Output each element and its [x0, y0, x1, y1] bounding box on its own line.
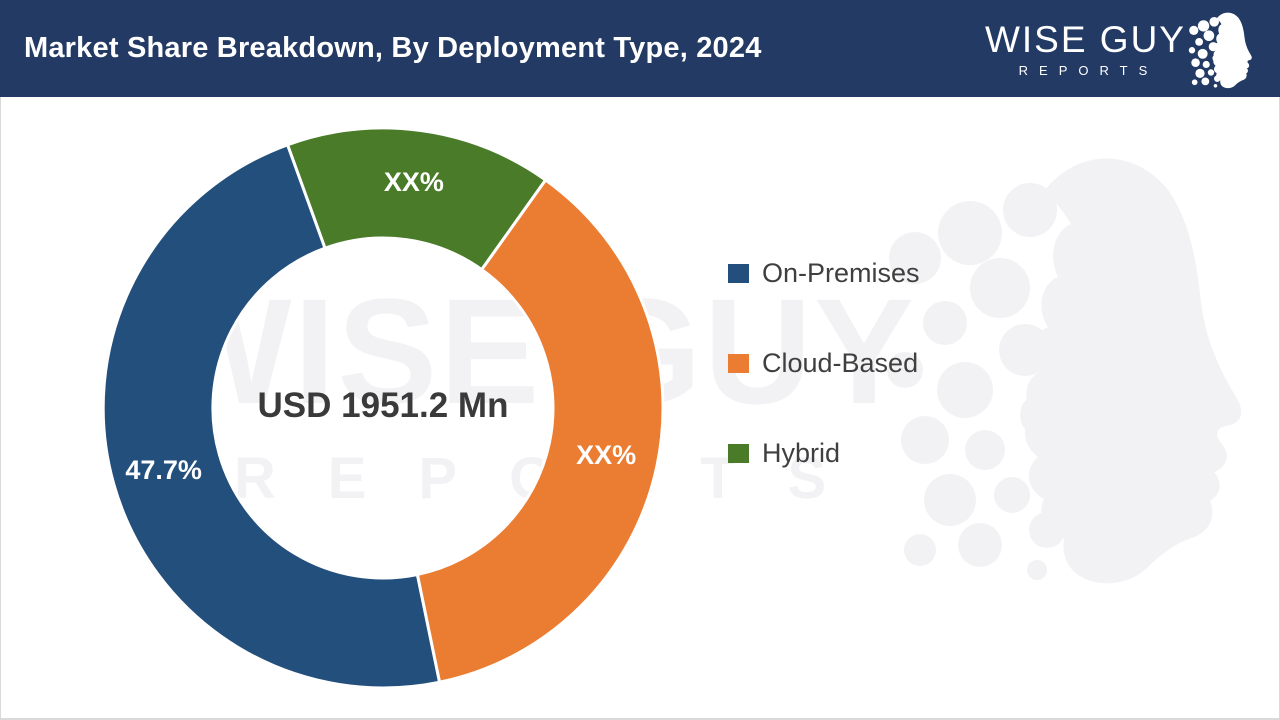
donut-segment-cloud-based [415, 177, 665, 684]
chart-legend: On-Premises Cloud-Based Hybrid [728, 258, 920, 528]
segment-label-cloud-based: XX% [576, 440, 636, 470]
legend-item-hybrid: Hybrid [728, 438, 920, 468]
logo-wiseguy-text: WISE GUY [984, 18, 1186, 60]
legend-item-cloud-based: Cloud-Based [728, 348, 920, 378]
segment-label-hybrid: XX% [384, 167, 444, 197]
legend-swatch [728, 263, 749, 283]
segment-label-on-premises: 47.7% [125, 455, 202, 485]
legend-label: Cloud-Based [762, 348, 919, 378]
legend-label: On-Premises [762, 258, 920, 288]
legend-swatch [728, 353, 749, 373]
chart-center-value: USD 1951.2 Mn [257, 386, 509, 425]
page-title: Market Share Breakdown, By Deployment Ty… [24, 32, 762, 64]
legend-item-on-premises: On-Premises [728, 258, 920, 288]
header-bar: Market Share Breakdown, By Deployment Ty… [0, 0, 1280, 97]
infographic-page: WISE GUY REPORTS [0, 0, 1280, 720]
wise-guy-reports-logo: WISE GUY REPORTS [985, 9, 1266, 89]
legend-swatch [728, 443, 749, 463]
logo-reports-text: REPORTS [1018, 62, 1159, 78]
legend-label: Hybrid [762, 438, 841, 468]
logo-head-icon [1188, 12, 1252, 88]
donut-chart: XX% 47.7% XX% [101, 126, 665, 690]
